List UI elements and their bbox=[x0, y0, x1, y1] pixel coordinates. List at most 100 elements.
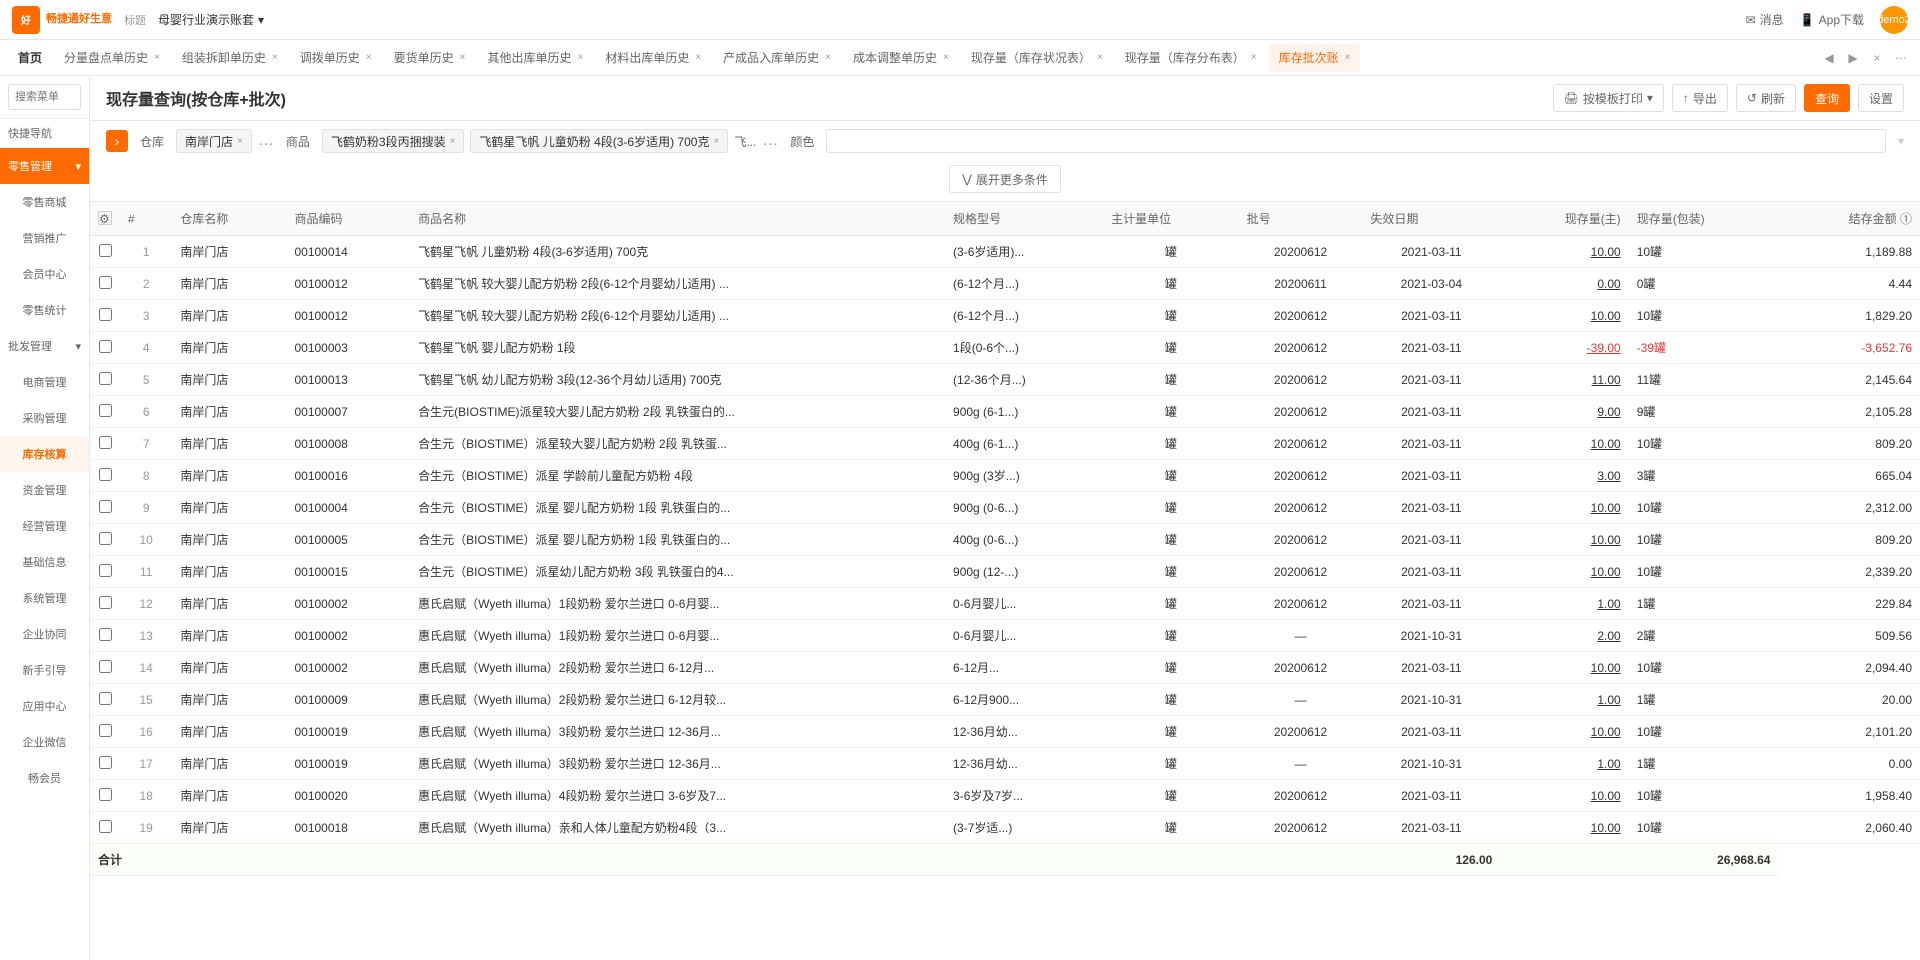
tab-close-icon[interactable]: × bbox=[460, 52, 466, 63]
row-stock-main[interactable]: 2.00 bbox=[1500, 620, 1628, 652]
row-checkbox[interactable] bbox=[90, 524, 120, 556]
sidebar-item-marketing[interactable]: 营销推广 bbox=[0, 220, 89, 256]
tab-inventory2[interactable]: 现存量（库存分布表） × bbox=[1115, 44, 1267, 72]
row-checkbox[interactable] bbox=[90, 812, 120, 844]
row-checkbox[interactable] bbox=[90, 396, 120, 428]
tab-close-icon[interactable]: × bbox=[272, 52, 278, 63]
row-stock-main[interactable]: 9.00 bbox=[1500, 396, 1628, 428]
tab-close-icon[interactable]: × bbox=[1251, 52, 1257, 63]
sidebar-item-member[interactable]: 会员中心 bbox=[0, 256, 89, 292]
row-stock-main[interactable]: 10.00 bbox=[1500, 812, 1628, 844]
product-tag-1-close[interactable]: × bbox=[450, 136, 456, 147]
color-filter-input[interactable] bbox=[826, 129, 1886, 153]
row-stock-main[interactable]: 3.00 bbox=[1500, 460, 1628, 492]
export-button[interactable]: ↑ 导出 bbox=[1672, 84, 1728, 112]
print-button[interactable]: 🖨 按模板打印 ▾ bbox=[1553, 84, 1664, 112]
row-checkbox[interactable] bbox=[90, 492, 120, 524]
messages-button[interactable]: ✉ 消息 bbox=[1746, 11, 1784, 28]
sidebar-item-purchase[interactable]: 采购管理 bbox=[0, 400, 89, 436]
tab-close-icon[interactable]: × bbox=[577, 52, 583, 63]
row-checkbox[interactable] bbox=[90, 268, 120, 300]
expand-conditions-button[interactable]: ⋁ 展开更多条件 bbox=[949, 165, 1061, 193]
tab-costadj[interactable]: 成本调整单历史 × bbox=[843, 44, 959, 72]
settings-button[interactable]: 设置 bbox=[1858, 84, 1904, 112]
row-checkbox[interactable] bbox=[90, 364, 120, 396]
row-stock-main[interactable]: 10.00 bbox=[1500, 236, 1628, 268]
tab-close-icon[interactable]: × bbox=[366, 52, 372, 63]
tab-close-icon[interactable]: × bbox=[695, 52, 701, 63]
company-select[interactable]: 母婴行业演示账套 ▾ bbox=[158, 11, 264, 28]
app-download-button[interactable]: 📱 App下载 bbox=[1800, 11, 1864, 28]
row-checkbox[interactable] bbox=[90, 588, 120, 620]
row-stock-main[interactable]: 10.00 bbox=[1500, 428, 1628, 460]
row-stock-main[interactable]: -39.00 bbox=[1500, 332, 1628, 364]
tab-productsin[interactable]: 产成品入库单历史 × bbox=[713, 44, 841, 72]
row-stock-main[interactable]: 1.00 bbox=[1500, 748, 1628, 780]
sidebar-item-operations[interactable]: 经营管理 bbox=[0, 508, 89, 544]
avatar[interactable]: demo2 bbox=[1880, 6, 1908, 34]
tab-otherout[interactable]: 其他出库单历史 × bbox=[477, 44, 593, 72]
tab-close-icon[interactable]: × bbox=[825, 52, 831, 63]
sidebar-item-wholesale[interactable]: 批发管理 ▾ bbox=[0, 328, 89, 364]
tab-close-icon[interactable]: × bbox=[943, 52, 949, 63]
tab-materialout[interactable]: 材料出库单历史 × bbox=[595, 44, 711, 72]
sidebar-item-system[interactable]: 系统管理 bbox=[0, 580, 89, 616]
sidebar-item-weapp[interactable]: 企业微信 bbox=[0, 724, 89, 760]
nav-next[interactable]: ▶ bbox=[1842, 47, 1864, 69]
sidebar-item-appcenter[interactable]: 应用中心 bbox=[0, 688, 89, 724]
filter-expand-icon[interactable]: › bbox=[106, 130, 128, 152]
nav-close-all[interactable]: × bbox=[1866, 47, 1888, 69]
product-filter-more[interactable]: … bbox=[762, 132, 778, 150]
sidebar-item-inventory[interactable]: 库存核算 bbox=[0, 436, 89, 472]
row-checkbox[interactable] bbox=[90, 684, 120, 716]
row-checkbox[interactable] bbox=[90, 748, 120, 780]
tab-disassemble[interactable]: 组装拆卸单历史 × bbox=[172, 44, 288, 72]
row-stock-main[interactable]: 10.00 bbox=[1500, 716, 1628, 748]
tab-inventory1[interactable]: 现存量（库存状况表） × bbox=[961, 44, 1113, 72]
query-button[interactable]: 查询 bbox=[1804, 84, 1850, 112]
row-stock-main[interactable]: 10.00 bbox=[1500, 652, 1628, 684]
row-stock-main[interactable]: 10.00 bbox=[1500, 556, 1628, 588]
row-checkbox[interactable] bbox=[90, 428, 120, 460]
row-stock-main[interactable]: 10.00 bbox=[1500, 524, 1628, 556]
sidebar-item-ecommerce[interactable]: 电商管理 bbox=[0, 364, 89, 400]
tab-close-icon[interactable]: × bbox=[154, 52, 160, 63]
row-stock-main[interactable]: 1.00 bbox=[1500, 684, 1628, 716]
row-stock-main[interactable]: 0.00 bbox=[1500, 268, 1628, 300]
nav-prev[interactable]: ◀ bbox=[1818, 47, 1840, 69]
select-all-checkbox[interactable]: ⚙ bbox=[98, 211, 112, 225]
product-tag-2-close[interactable]: × bbox=[713, 136, 719, 147]
row-stock-main[interactable]: 10.00 bbox=[1500, 780, 1628, 812]
sidebar-item-retail-mgmt[interactable]: 零售管理 ▾ bbox=[0, 148, 89, 184]
refresh-button[interactable]: ↺ 刷新 bbox=[1736, 84, 1796, 112]
search-input[interactable] bbox=[8, 84, 81, 110]
sidebar-item-retail-mall[interactable]: 零售商城 bbox=[0, 184, 89, 220]
row-checkbox[interactable] bbox=[90, 300, 120, 332]
tab-batchinventory[interactable]: 库存批次账 × bbox=[1269, 44, 1361, 72]
tab-requisition[interactable]: 要货单历史 × bbox=[384, 44, 476, 72]
sidebar-item-member2[interactable]: 畅会员 bbox=[0, 760, 89, 796]
warehouse-tag-close[interactable]: × bbox=[237, 136, 243, 147]
tab-home[interactable]: 首页 bbox=[8, 44, 52, 72]
sidebar-item-guide[interactable]: 新手引导 bbox=[0, 652, 89, 688]
tab-close-icon[interactable]: × bbox=[1345, 52, 1351, 63]
sidebar-item-enterprise[interactable]: 企业协同 bbox=[0, 616, 89, 652]
row-checkbox[interactable] bbox=[90, 620, 120, 652]
warehouse-filter-more[interactable]: … bbox=[258, 132, 274, 150]
row-checkbox[interactable] bbox=[90, 652, 120, 684]
row-checkbox[interactable] bbox=[90, 780, 120, 812]
row-checkbox[interactable] bbox=[90, 716, 120, 748]
tab-close-icon[interactable]: × bbox=[1097, 52, 1103, 63]
row-stock-main[interactable]: 10.00 bbox=[1500, 492, 1628, 524]
row-checkbox[interactable] bbox=[90, 236, 120, 268]
sidebar-item-basic[interactable]: 基础信息 bbox=[0, 544, 89, 580]
row-stock-main[interactable]: 11.00 bbox=[1500, 364, 1628, 396]
row-stock-main[interactable]: 1.00 bbox=[1500, 588, 1628, 620]
sidebar-item-finance[interactable]: 资金管理 bbox=[0, 472, 89, 508]
row-checkbox[interactable] bbox=[90, 460, 120, 492]
sidebar-item-retail-stats[interactable]: 零售统计 bbox=[0, 292, 89, 328]
row-checkbox[interactable] bbox=[90, 332, 120, 364]
nav-more[interactable]: ⋯ bbox=[1890, 47, 1912, 69]
tab-transfer[interactable]: 调拨单历史 × bbox=[290, 44, 382, 72]
tab-split[interactable]: 分量盘点单历史 × bbox=[54, 44, 170, 72]
